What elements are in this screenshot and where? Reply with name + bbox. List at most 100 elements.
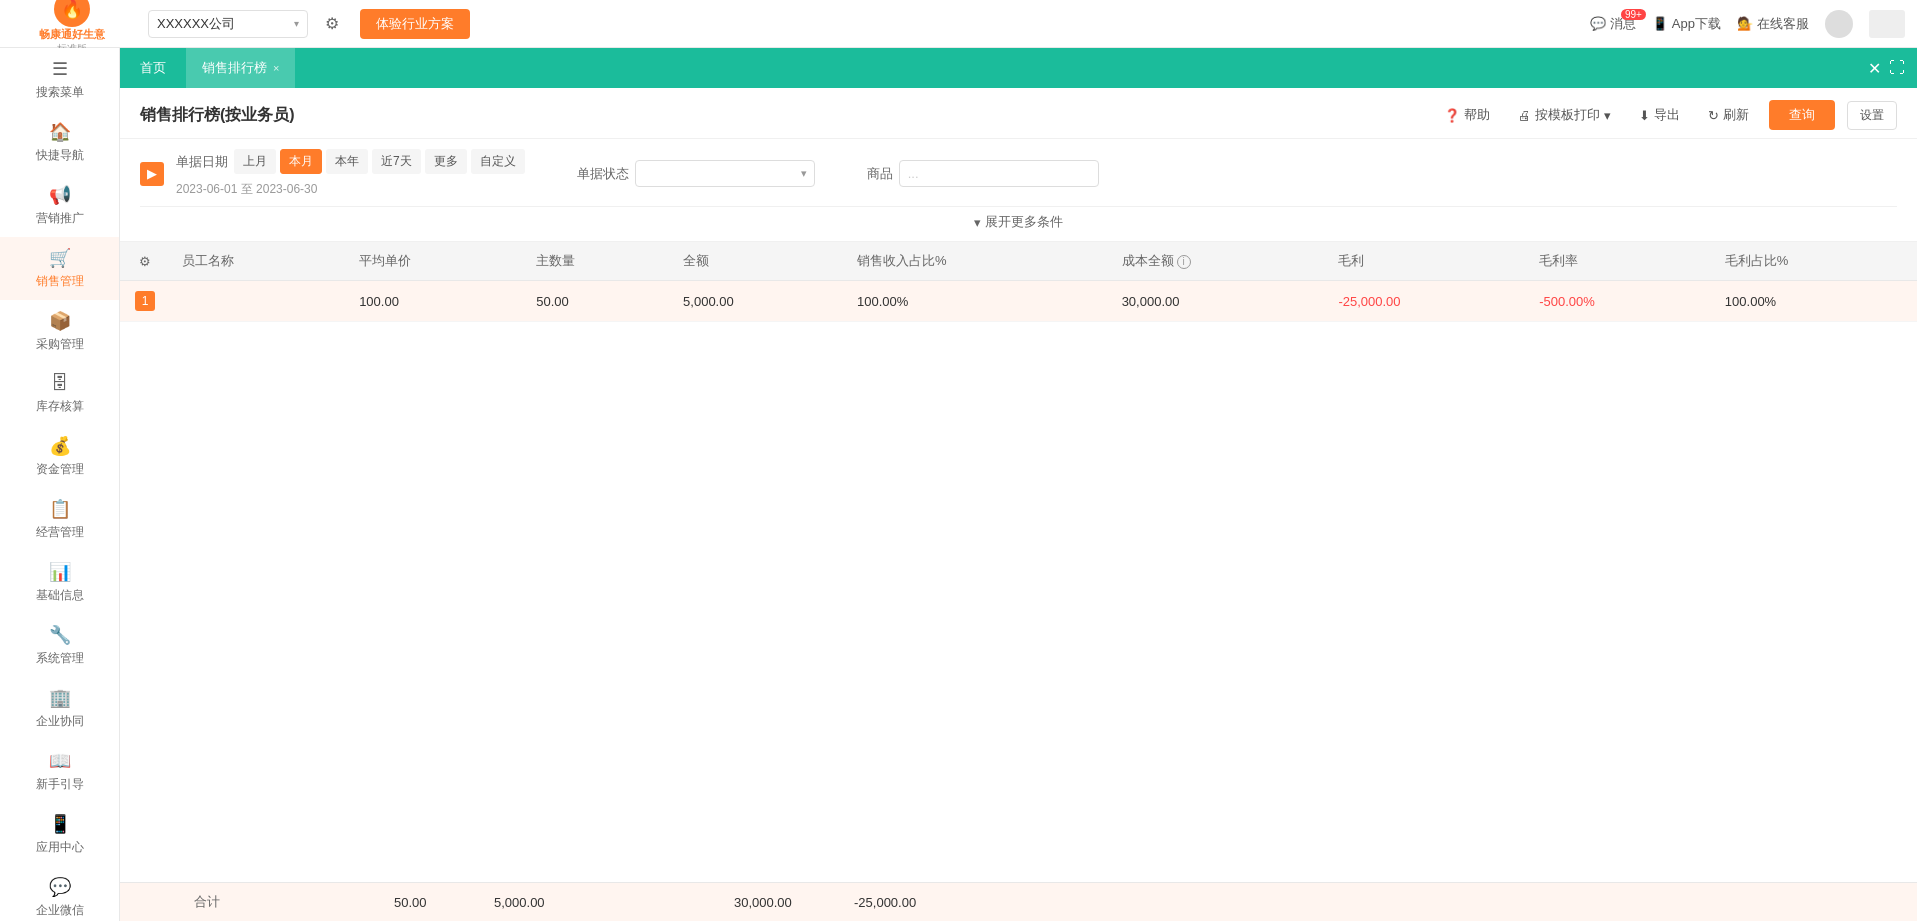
date-btn-custom[interactable]: 自定义 <box>471 149 525 174</box>
goods-input[interactable]: ... <box>899 160 1099 187</box>
cell-sales-pct: 100.00% <box>845 281 1110 322</box>
user-name-placeholder <box>1869 10 1905 38</box>
operations-icon: 📋 <box>49 498 71 520</box>
sidebar-item-purchase[interactable]: 📦 采购管理 <box>0 300 119 363</box>
footer-label: 合计 <box>182 893 262 911</box>
sidebar: ☰ 搜索菜单 🏠 快捷导航 📢 营销推广 🛒 销售管理 📦 采购管理 🗄 库存核… <box>0 48 120 921</box>
help-button[interactable]: ❓ 帮助 <box>1436 102 1498 128</box>
enterprise-icon: 🏢 <box>49 687 71 709</box>
sidebar-item-inventory[interactable]: 🗄 库存核算 <box>0 363 119 425</box>
inventory-icon: 🗄 <box>51 373 69 394</box>
goods-filter-group: 商品 ... <box>867 160 1099 187</box>
sidebar-item-finance[interactable]: 💰 资金管理 <box>0 425 119 488</box>
sidebar-item-system[interactable]: 🔧 系统管理 <box>0 614 119 677</box>
goods-dots: ... <box>908 166 919 181</box>
filter-expand-arrow[interactable]: ▶ <box>140 162 164 186</box>
print-button[interactable]: 🖨 按模板打印 ▾ <box>1510 102 1619 128</box>
search-order-icon: ☰ <box>52 58 68 80</box>
user-avatar[interactable] <box>1825 10 1853 38</box>
top-bar-right: 💬 消息 99+ 📱 App下载 💁 在线客服 <box>1590 10 1905 38</box>
sales-ranking-table: ⚙ 员工名称 平均单价 主数量 全额 销售收入占比% 成本全额i 毛利 毛利率 <box>120 242 1917 322</box>
sidebar-item-guide[interactable]: 📖 新手引导 <box>0 740 119 803</box>
date-btn-more[interactable]: 更多 <box>425 149 467 174</box>
message-icon: 💬 <box>1590 16 1606 31</box>
footer-qty: 50.00 <box>382 895 482 910</box>
sidebar-item-operations[interactable]: 📋 经营管理 <box>0 488 119 551</box>
basics-icon: 📊 <box>49 561 71 583</box>
tab-sales-ranking[interactable]: 销售排行榜 × <box>186 48 295 88</box>
date-btn-this-month[interactable]: 本月 <box>280 149 322 174</box>
filter-row-1: ▶ 单据日期 上月 本月 本年 近7天 更多 自定义 <box>140 149 1897 198</box>
tab-close-window-icon[interactable]: ✕ <box>1868 59 1881 78</box>
sales-icon: 🛒 <box>49 247 71 269</box>
col-gross-pct: 毛利占比% <box>1713 242 1917 281</box>
print-icon: 🖨 <box>1518 108 1531 123</box>
col-avg-price: 平均单价 <box>347 242 524 281</box>
expand-chevron-icon: ▾ <box>974 215 981 230</box>
sidebar-label-sales: 销售管理 <box>36 273 84 290</box>
company-selector[interactable]: XXXXXX公司 ▾ <box>148 10 308 38</box>
col-gross: 毛利 <box>1326 242 1527 281</box>
refresh-button[interactable]: ↻ 刷新 <box>1700 102 1757 128</box>
col-sales-pct: 销售收入占比% <box>845 242 1110 281</box>
col-settings: ⚙ <box>120 242 170 281</box>
app-download-label: App下载 <box>1672 15 1721 33</box>
col-total: 全额 <box>671 242 845 281</box>
sidebar-item-wechat[interactable]: 💬 企业微信 <box>0 866 119 921</box>
date-filter-top: 单据日期 上月 本月 本年 近7天 更多 自定义 <box>176 149 525 174</box>
query-button[interactable]: 查询 <box>1769 100 1835 130</box>
main-layout: ☰ 搜索菜单 🏠 快捷导航 📢 营销推广 🛒 销售管理 📦 采购管理 🗄 库存核… <box>0 48 1917 921</box>
sidebar-item-enterprise[interactable]: 🏢 企业协同 <box>0 677 119 740</box>
tab-bar: 首页 销售排行榜 × ✕ ⛶ <box>120 48 1917 88</box>
cell-qty: 50.00 <box>524 281 671 322</box>
tab-home[interactable]: 首页 <box>120 48 186 88</box>
date-btn-this-year[interactable]: 本年 <box>326 149 368 174</box>
status-filter-group: 单据状态 <box>577 160 815 187</box>
cell-name <box>170 281 347 322</box>
date-btn-7days[interactable]: 近7天 <box>372 149 421 174</box>
status-select[interactable] <box>635 160 815 187</box>
message-button[interactable]: 💬 消息 99+ <box>1590 15 1636 33</box>
expand-conditions-button[interactable]: ▾ 展开更多条件 <box>974 213 1063 231</box>
company-name: XXXXXX公司 <box>157 15 290 33</box>
sidebar-item-marketing[interactable]: 📢 营销推广 <box>0 174 119 237</box>
export-button[interactable]: ⬇ 导出 <box>1631 102 1688 128</box>
table-row: 1 100.00 50.00 5,000.00 100.00% 30,000.0… <box>120 281 1917 322</box>
tab-bar-right: ✕ ⛶ <box>1868 59 1917 78</box>
app-download-button[interactable]: 📱 App下载 <box>1652 15 1721 33</box>
help-label: 帮助 <box>1464 106 1490 124</box>
sidebar-item-appstore[interactable]: 📱 应用中心 <box>0 803 119 866</box>
quick-nav-icon: 🏠 <box>49 121 71 143</box>
sidebar-item-sales[interactable]: 🛒 销售管理 <box>0 237 119 300</box>
company-settings-icon[interactable]: ⚙ <box>316 8 348 40</box>
chevron-down-icon: ▾ <box>294 18 299 29</box>
cost-info-icon[interactable]: i <box>1177 255 1191 269</box>
top-bar: 🔥 畅康通好生意 标准版 XXXXXX公司 ▾ ⚙ 体验行业方案 💬 消息 99… <box>0 0 1917 48</box>
sidebar-label-appstore: 应用中心 <box>36 839 84 856</box>
table-header-row: ⚙ 员工名称 平均单价 主数量 全额 销售收入占比% 成本全额i 毛利 毛利率 <box>120 242 1917 281</box>
page-actions: ❓ 帮助 🖨 按模板打印 ▾ ⬇ 导出 ↻ 刷新 <box>1436 100 1897 130</box>
online-service-button[interactable]: 💁 在线客服 <box>1737 15 1809 33</box>
page-title: 销售排行榜(按业务员) <box>140 105 295 126</box>
sidebar-item-search-order[interactable]: ☰ 搜索菜单 <box>0 48 119 111</box>
table-wrapper: ⚙ 员工名称 平均单价 主数量 全额 销售收入占比% 成本全额i 毛利 毛利率 <box>120 242 1917 882</box>
status-filter-label: 单据状态 <box>577 165 629 183</box>
help-icon: ❓ <box>1444 108 1460 123</box>
logo-icon: 🔥 <box>54 0 90 27</box>
tab-close-icon[interactable]: × <box>273 62 279 74</box>
sidebar-label-search-order: 搜索菜单 <box>36 84 84 101</box>
message-badge: 99+ <box>1621 9 1646 20</box>
cell-cost: 30,000.00 <box>1110 281 1327 322</box>
settings-button[interactable]: 设置 <box>1847 101 1897 130</box>
sidebar-item-basics[interactable]: 📊 基础信息 <box>0 551 119 614</box>
content-area: 首页 销售排行榜 × ✕ ⛶ 销售排行榜(按业务员) ❓ 帮助 <box>120 48 1917 921</box>
sidebar-item-quick-nav[interactable]: 🏠 快捷导航 <box>0 111 119 174</box>
finance-icon: 💰 <box>49 435 71 457</box>
trial-button[interactable]: 体验行业方案 <box>360 9 470 39</box>
tab-expand-icon[interactable]: ⛶ <box>1889 59 1905 77</box>
online-service-icon: 💁 <box>1737 16 1753 31</box>
date-filter-group: 单据日期 上月 本月 本年 近7天 更多 自定义 2023-06-01 至 20… <box>176 149 525 198</box>
footer-cost: 30,000.00 <box>722 895 842 910</box>
sidebar-label-wechat: 企业微信 <box>36 902 84 919</box>
date-btn-last-month[interactable]: 上月 <box>234 149 276 174</box>
